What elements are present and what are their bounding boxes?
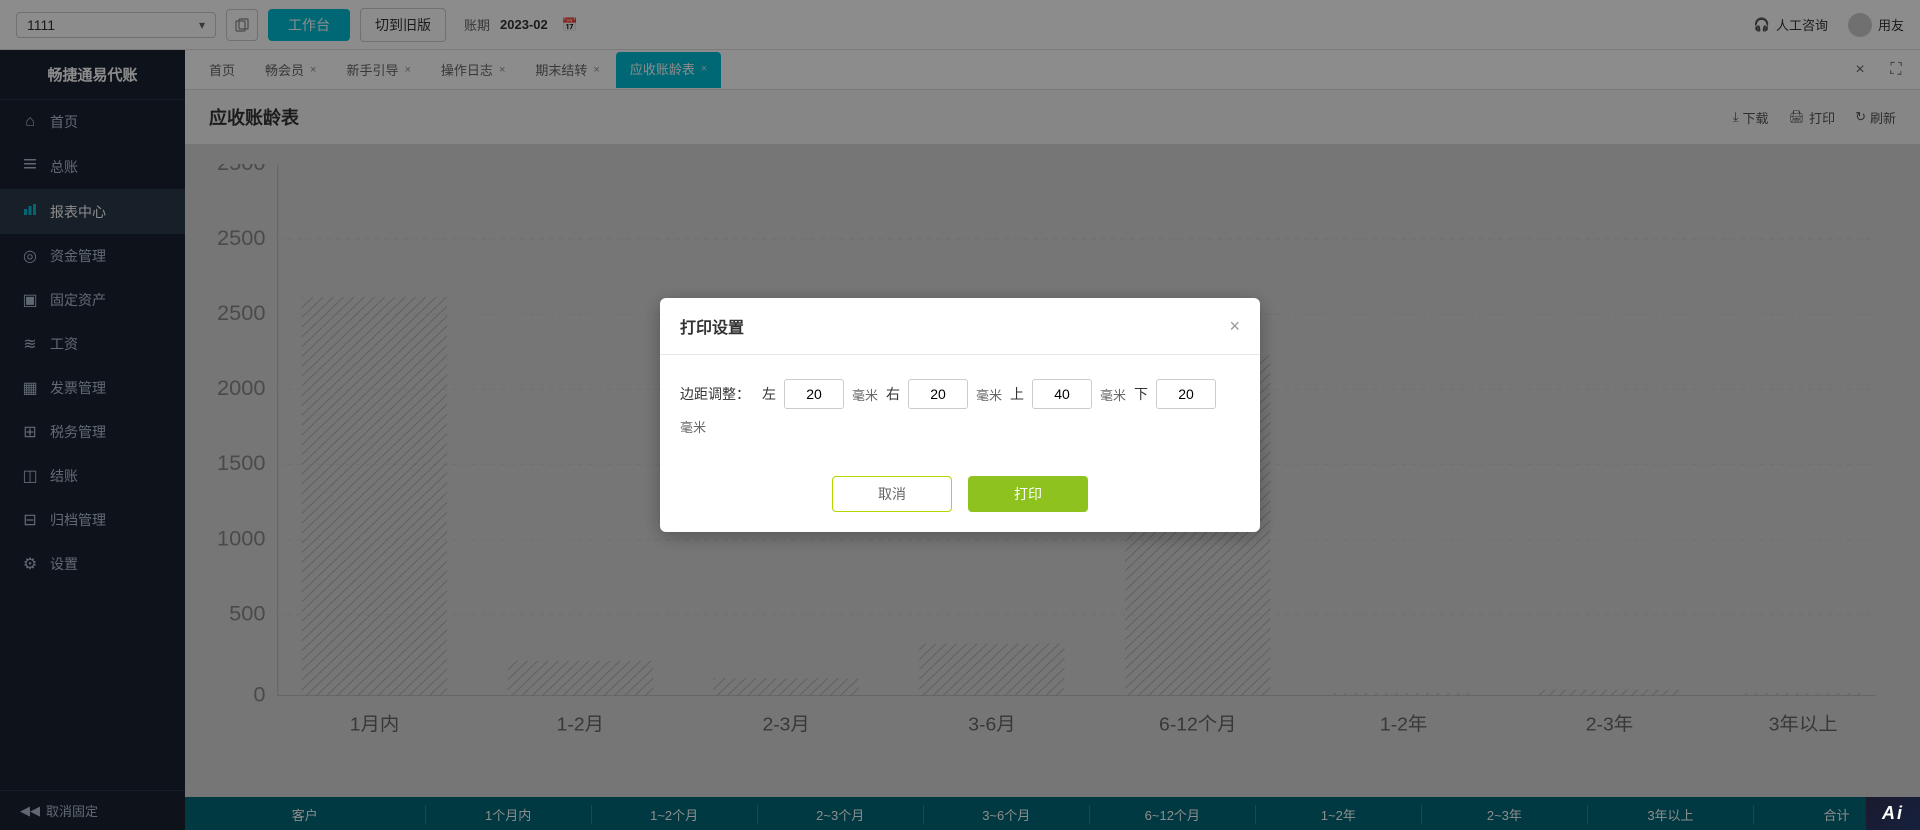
ai-badge: Ai: [1866, 797, 1920, 830]
left-direction-label: 左: [762, 384, 776, 404]
dialog-body: 边距调整： 左 毫米 右 毫米 上 毫米 下 毫米: [660, 355, 1260, 460]
cancel-button[interactable]: 取消: [832, 476, 952, 512]
dialog-header: 打印设置 ×: [660, 298, 1260, 355]
margin-settings-row: 边距调整： 左 毫米 右 毫米 上 毫米 下 毫米: [680, 379, 1240, 436]
bottom-unit: 毫米: [680, 417, 706, 436]
bottom-margin-input[interactable]: [1156, 379, 1216, 409]
dialog-close-button[interactable]: ×: [1229, 316, 1240, 337]
margin-label: 边距调整：: [680, 384, 750, 404]
print-settings-dialog: 打印设置 × 边距调整： 左 毫米 右 毫米 上 毫米 下 毫米 取消 打印: [660, 298, 1260, 532]
dialog-footer: 取消 打印: [660, 460, 1260, 532]
top-margin-input[interactable]: [1032, 379, 1092, 409]
confirm-print-button[interactable]: 打印: [968, 476, 1088, 512]
right-direction-label: 右: [886, 384, 900, 404]
right-unit: 毫米: [976, 385, 1002, 404]
left-unit: 毫米: [852, 385, 878, 404]
top-direction-label: 上: [1010, 384, 1024, 404]
right-margin-input[interactable]: [908, 379, 968, 409]
dialog-overlay[interactable]: 打印设置 × 边距调整： 左 毫米 右 毫米 上 毫米 下 毫米 取消 打印: [0, 0, 1920, 830]
top-unit: 毫米: [1100, 385, 1126, 404]
dialog-title: 打印设置: [680, 314, 744, 338]
left-margin-input[interactable]: [784, 379, 844, 409]
bottom-direction-label: 下: [1134, 384, 1148, 404]
